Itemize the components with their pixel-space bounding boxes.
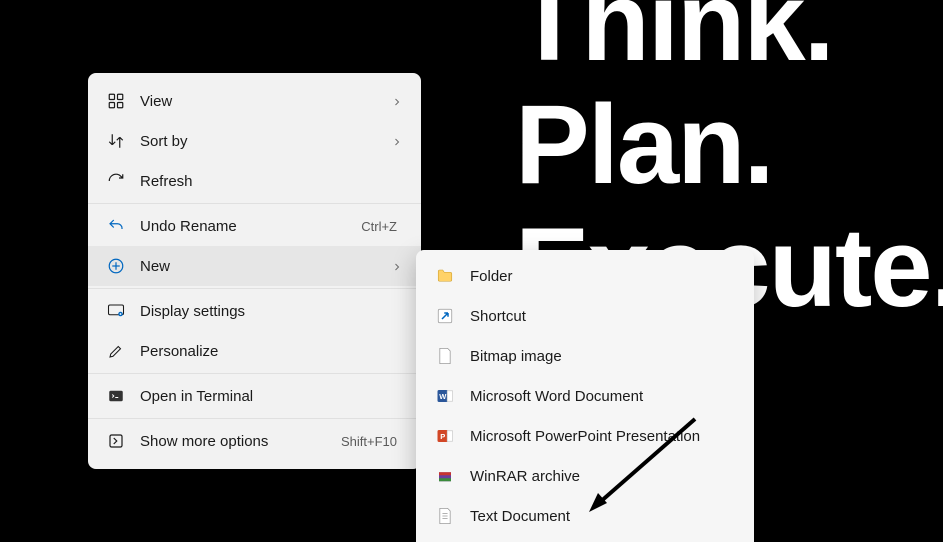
bitmap-icon (436, 347, 454, 365)
submenu-item-text-document[interactable]: Text Document (416, 496, 754, 536)
text-document-icon (436, 507, 454, 525)
submenu-label: Microsoft PowerPoint Presentation (470, 428, 700, 445)
menu-label: View (140, 93, 391, 110)
menu-label: Display settings (140, 303, 403, 320)
submenu-item-shortcut[interactable]: Shortcut (416, 296, 754, 336)
folder-icon (436, 267, 454, 285)
display-settings-icon (106, 301, 126, 321)
menu-item-refresh[interactable]: Refresh (88, 161, 421, 201)
menu-label: Undo Rename (140, 218, 361, 235)
winrar-icon (436, 467, 454, 485)
shortcut-icon (436, 307, 454, 325)
menu-label: Show more options (140, 433, 341, 450)
submenu-item-bitmap[interactable]: Bitmap image (416, 336, 754, 376)
undo-icon (106, 216, 126, 236)
submenu-item-powerpoint[interactable]: P Microsoft PowerPoint Presentation (416, 416, 754, 456)
terminal-icon (106, 386, 126, 406)
word-icon: W (436, 387, 454, 405)
show-more-icon (106, 431, 126, 451)
chevron-right-icon (391, 95, 403, 107)
menu-label: Sort by (140, 133, 391, 150)
submenu-label: Folder (470, 268, 513, 285)
svg-text:P: P (440, 432, 445, 441)
submenu-label: Text Document (470, 508, 570, 525)
new-icon (106, 256, 126, 276)
submenu-label: WinRAR archive (470, 468, 580, 485)
menu-item-personalize[interactable]: Personalize (88, 331, 421, 371)
menu-shortcut: Shift+F10 (341, 434, 397, 449)
submenu-label: Bitmap image (470, 348, 562, 365)
menu-item-sort-by[interactable]: Sort by (88, 121, 421, 161)
svg-text:W: W (439, 392, 447, 401)
menu-item-view[interactable]: View (88, 81, 421, 121)
desktop-context-menu: View Sort by Refresh Undo Rename Ctrl+Z … (88, 73, 421, 469)
powerpoint-icon: P (436, 427, 454, 445)
menu-item-new[interactable]: New (88, 246, 421, 286)
view-icon (106, 91, 126, 111)
sort-icon (106, 131, 126, 151)
wallpaper-line-1: Think. (515, 0, 943, 83)
menu-label: New (140, 258, 391, 275)
personalize-icon (106, 341, 126, 361)
chevron-right-icon (391, 135, 403, 147)
refresh-icon (106, 171, 126, 191)
menu-label: Personalize (140, 343, 403, 360)
menu-shortcut: Ctrl+Z (361, 219, 397, 234)
menu-label: Refresh (140, 173, 403, 190)
submenu-item-word[interactable]: W Microsoft Word Document (416, 376, 754, 416)
menu-item-show-more-options[interactable]: Show more options Shift+F10 (88, 421, 421, 461)
menu-item-open-terminal[interactable]: Open in Terminal (88, 376, 421, 416)
submenu-label: Microsoft Word Document (470, 388, 643, 405)
submenu-item-winrar[interactable]: WinRAR archive (416, 456, 754, 496)
wallpaper-line-2: Plan. (515, 83, 943, 206)
new-submenu: Folder Shortcut Bitmap image W Microsoft… (416, 250, 754, 542)
menu-item-undo-rename[interactable]: Undo Rename Ctrl+Z (88, 206, 421, 246)
menu-label: Open in Terminal (140, 388, 403, 405)
chevron-right-icon (391, 260, 403, 272)
submenu-item-folder[interactable]: Folder (416, 256, 754, 296)
submenu-label: Shortcut (470, 308, 526, 325)
menu-item-display-settings[interactable]: Display settings (88, 291, 421, 331)
